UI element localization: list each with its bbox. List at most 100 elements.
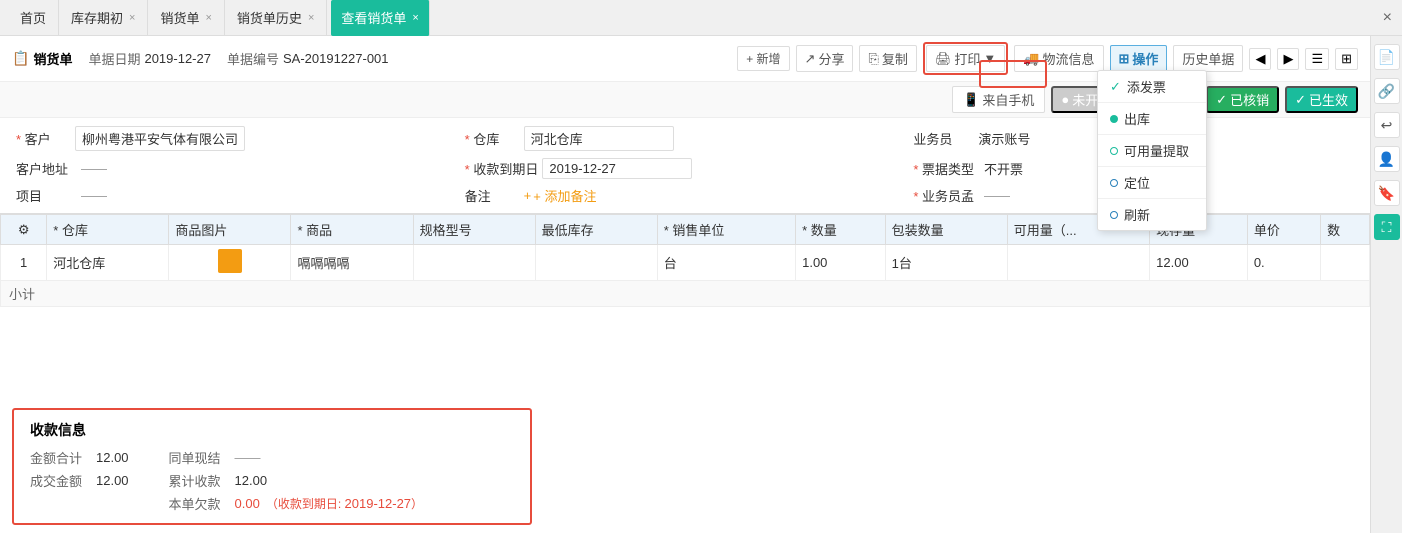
dropdown-refresh[interactable]: 刷新 bbox=[1098, 199, 1206, 230]
table-area: ⚙ * 仓库 商品图片 * 商品 规格型号 最低库存 * 销售单位 * 数量 包… bbox=[0, 213, 1370, 400]
note-group: 备注 + + 添加备注 bbox=[465, 186, 906, 205]
prev-button[interactable]: ◀ bbox=[1249, 48, 1271, 70]
row-warehouse: 河北仓库 bbox=[47, 245, 169, 281]
address-group: 客户地址 —— bbox=[16, 159, 457, 178]
col-image: 商品图片 bbox=[169, 215, 291, 245]
address-label: 客户地址 bbox=[16, 159, 71, 178]
customer-value[interactable]: 柳州粤港平安气体有限公司 bbox=[75, 126, 245, 151]
warehouse-group: 仓库 河北仓库 bbox=[465, 126, 906, 151]
doc-date-group: 单据日期 2019-12-27 bbox=[88, 49, 211, 68]
project-label: 项目 bbox=[16, 186, 71, 205]
ticket-label: 票据类型 bbox=[913, 159, 974, 178]
copy-button[interactable]: ⎘ 复制 bbox=[859, 45, 916, 72]
grid-icon: ⊞ bbox=[1119, 51, 1130, 67]
truck-icon: 🚚 bbox=[1023, 51, 1039, 67]
customer-label: 客户 bbox=[16, 129, 71, 148]
print-button-box: 🖨 打印 ▼ bbox=[923, 42, 1008, 75]
row-image bbox=[169, 245, 291, 281]
plus-icon: + bbox=[524, 188, 532, 203]
grid-view-button[interactable]: ⊞ bbox=[1335, 48, 1358, 70]
row-stock: 12.00 bbox=[1150, 245, 1248, 281]
cumulative-row: 累计收款 12.00 bbox=[169, 471, 424, 490]
address-value: —— bbox=[75, 159, 113, 178]
sidebar-icon-back[interactable]: ↩ bbox=[1374, 112, 1400, 138]
current-due-value: 0.00 bbox=[235, 496, 260, 511]
circle-icon: ● bbox=[1061, 92, 1069, 107]
sidebar-icon-expand[interactable]: ⛶ bbox=[1374, 214, 1400, 240]
teal-outline-dot-icon bbox=[1110, 147, 1118, 155]
row-available bbox=[1007, 245, 1149, 281]
current-due-row: 本单欠款 0.00 （收款到期日: 2019-12-27） bbox=[169, 494, 424, 513]
check-mark-icon: ✓ bbox=[1110, 79, 1121, 95]
tab-close-view-sales[interactable]: × bbox=[412, 12, 418, 24]
dropdown-menu: ✓ 添发票 出库 可用量提取 定位 刷新 bbox=[1097, 70, 1207, 231]
sidebar-icon-user[interactable]: 👤 bbox=[1374, 146, 1400, 172]
col-gear[interactable]: ⚙ bbox=[1, 215, 47, 245]
logistics-button[interactable]: 🚚 物流信息 bbox=[1014, 45, 1103, 72]
payment-info-title: 收款信息 bbox=[30, 420, 514, 440]
dropdown-locate[interactable]: 定位 bbox=[1098, 167, 1206, 199]
project-group: 项目 —— bbox=[16, 186, 457, 205]
from-phone-button[interactable]: 📱 来自手机 bbox=[952, 86, 1045, 113]
copy-icon: ⎘ bbox=[868, 51, 878, 67]
doc-type-icon: 📋 bbox=[12, 50, 29, 67]
number-value: SA-20191227-001 bbox=[283, 51, 389, 66]
warehouse-value[interactable]: 河北仓库 bbox=[524, 126, 674, 151]
number-label: 单据编号 bbox=[227, 49, 279, 68]
dropdown-available-extract[interactable]: 可用量提取 bbox=[1098, 135, 1206, 167]
dropdown-outbound[interactable]: 出库 bbox=[1098, 103, 1206, 135]
tab-home[interactable]: 首页 bbox=[8, 0, 59, 36]
right-sidebar: 📄 🔗 ↩ 👤 🔖 ⛶ bbox=[1370, 36, 1402, 533]
row-unit: 台 bbox=[657, 245, 795, 281]
sidebar-icon-link[interactable]: 🔗 bbox=[1374, 78, 1400, 104]
phone-icon: 📱 bbox=[963, 92, 979, 108]
col-unit: * 销售单位 bbox=[657, 215, 795, 245]
row-index: 1 bbox=[1, 245, 47, 281]
subtotal-label: 小计 bbox=[1, 281, 1370, 307]
voided-badge[interactable]: ✓ 已核销 bbox=[1206, 86, 1279, 113]
effective-badge[interactable]: ✓ 已生效 bbox=[1285, 86, 1358, 113]
warehouse-label: 仓库 bbox=[465, 129, 520, 148]
tab-sales[interactable]: 销货单 × bbox=[148, 0, 224, 36]
share-button[interactable]: ↗ 分享 bbox=[796, 45, 854, 72]
dropdown-add-invoice[interactable]: ✓ 添发票 bbox=[1098, 71, 1206, 103]
share-icon: ↗ bbox=[805, 51, 816, 67]
payment-col-left: 金额合计 12.00 成交金额 12.00 bbox=[30, 448, 129, 513]
print-button[interactable]: 🖨 打印 ▼ bbox=[926, 45, 1005, 72]
doc-actions: + 新增 ↗ 分享 ⎘ 复制 🖨 打印 ▼ 🚚 bbox=[737, 42, 1358, 75]
staff-value: 演示账号 bbox=[972, 127, 1036, 150]
sidebar-icon-bookmark[interactable]: 🔖 bbox=[1374, 180, 1400, 206]
add-note-button[interactable]: + + 添加备注 bbox=[524, 186, 597, 205]
staff2-label: 业务员孟 bbox=[913, 186, 974, 205]
history-button[interactable]: 历史单据 bbox=[1173, 45, 1243, 72]
date-value: 2019-12-27 bbox=[144, 51, 211, 66]
payment-info-grid: 金额合计 12.00 成交金额 12.00 同单现结 —— 累计收款 bbox=[30, 448, 514, 513]
tab-close-inventory[interactable]: × bbox=[129, 12, 135, 24]
tab-close-sales[interactable]: × bbox=[205, 12, 211, 24]
tab-sales-history[interactable]: 销货单历史 × bbox=[225, 0, 327, 36]
add-button[interactable]: + 新增 bbox=[737, 46, 789, 71]
customer-group: 客户 柳州粤港平安气体有限公司 bbox=[16, 126, 457, 151]
row-price: 0. bbox=[1247, 245, 1320, 281]
tab-inventory-init[interactable]: 库存期初 × bbox=[59, 0, 148, 36]
row-extra bbox=[1321, 245, 1370, 281]
due-date-note: （收款到期日: 2019-12-27） bbox=[266, 495, 423, 512]
ticket-value: 不开票 bbox=[978, 157, 1029, 180]
due-date-value[interactable]: 2019-12-27 bbox=[542, 158, 692, 179]
doc-meta: 单据日期 2019-12-27 单据编号 SA-20191227-001 bbox=[88, 49, 737, 68]
due-date-label: 收款到期日 bbox=[465, 159, 539, 178]
print-icon: 🖨 bbox=[935, 51, 952, 67]
blue-outline-dot-icon bbox=[1110, 179, 1118, 187]
tab-view-sales[interactable]: 查看销货单 × bbox=[331, 0, 429, 36]
list-view-button[interactable]: ☰ bbox=[1305, 48, 1329, 70]
staff2-value: —— bbox=[978, 186, 1016, 205]
next-button[interactable]: ▶ bbox=[1277, 48, 1299, 70]
doc-title: 销货单 bbox=[33, 49, 72, 68]
tab-close-sales-history[interactable]: × bbox=[308, 12, 314, 24]
col-extra: 数 bbox=[1321, 215, 1370, 245]
operate-button[interactable]: ⊞ 操作 bbox=[1110, 45, 1168, 72]
col-min-stock: 最低库存 bbox=[535, 215, 657, 245]
window-close-button[interactable]: × bbox=[1383, 9, 1392, 27]
sidebar-icon-doc[interactable]: 📄 bbox=[1374, 44, 1400, 70]
payment-col-right: 同单现结 —— 累计收款 12.00 本单欠款 0.00 （收款到期日: 201… bbox=[169, 448, 424, 513]
